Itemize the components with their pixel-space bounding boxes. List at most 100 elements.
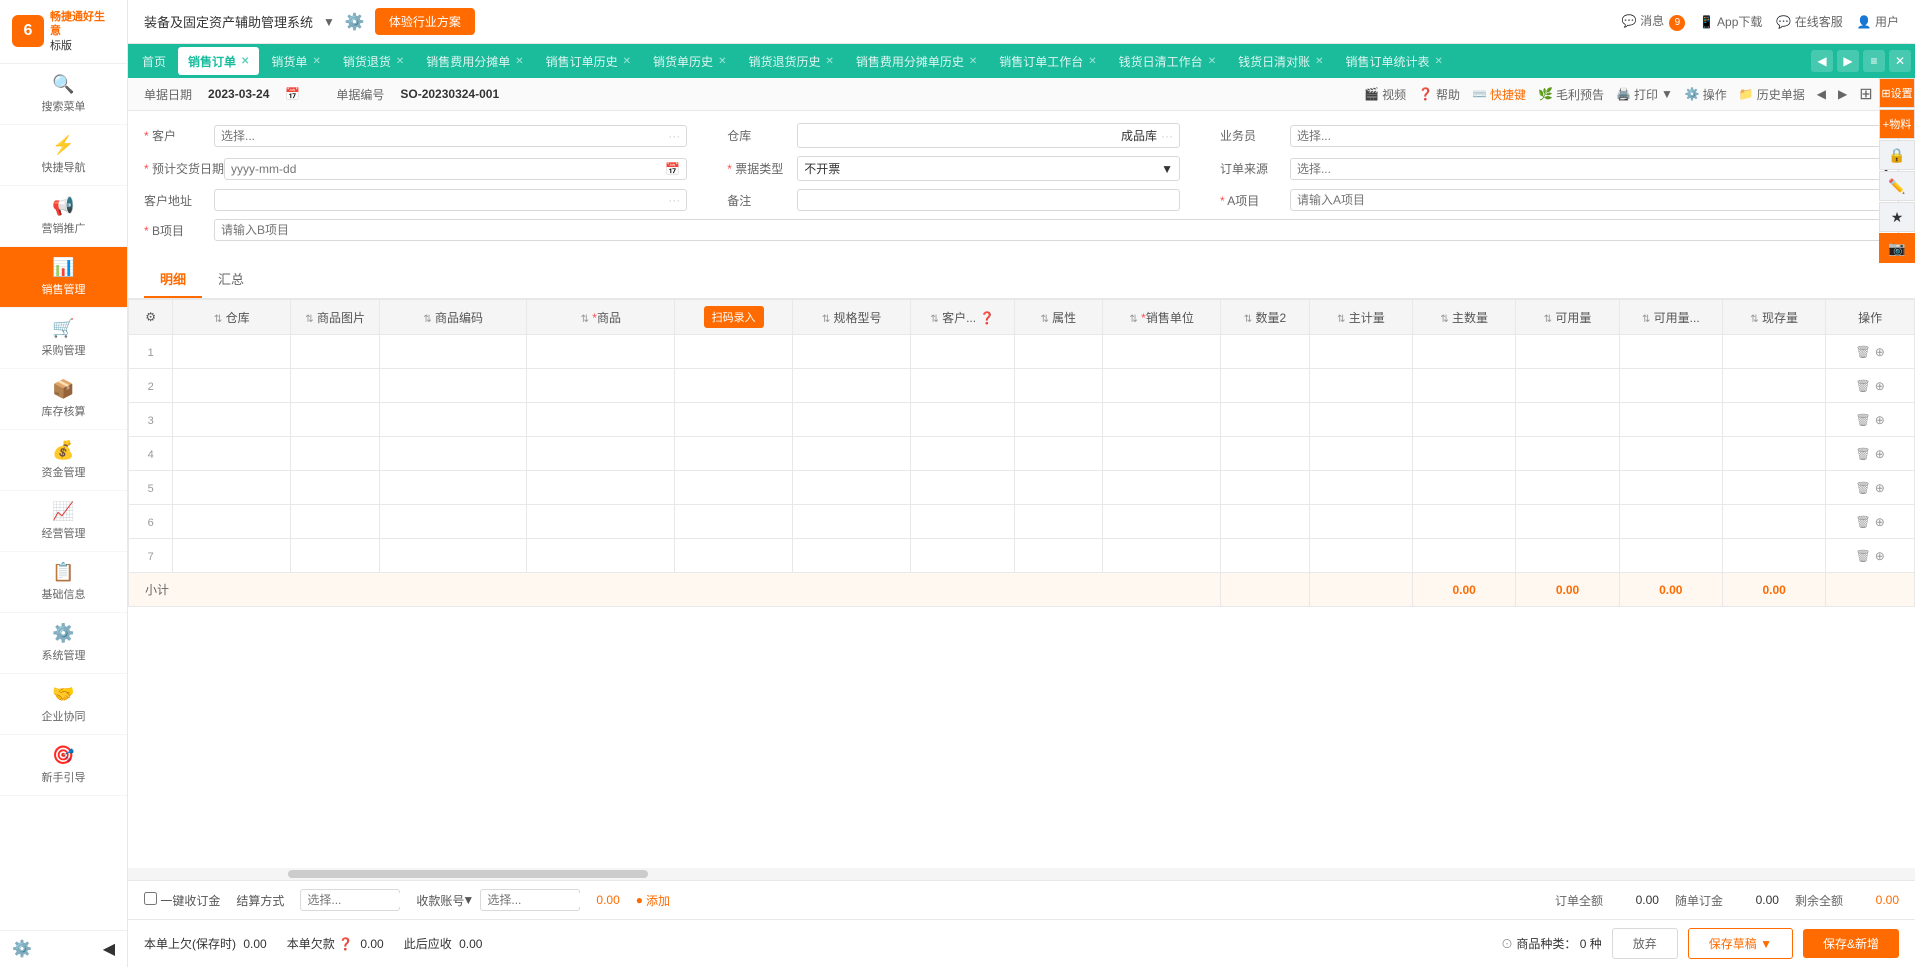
row-2-warehouse[interactable] <box>173 369 291 403</box>
row-1-sales-unit[interactable] <box>1103 335 1221 369</box>
row-6-image[interactable] <box>291 505 380 539</box>
sidebar-item-finance[interactable]: 💰 资金管理 <box>0 430 127 491</box>
message-btn[interactable]: 💬 消息 9 <box>1622 12 1686 31</box>
row-6-customer-code[interactable] <box>911 505 1014 539</box>
row-7-stock[interactable] <box>1722 539 1825 573</box>
right-panel-add-btn[interactable]: +物料 <box>1879 109 1915 139</box>
tab-sales-order-history[interactable]: 销售订单历史 ✕ <box>536 47 641 75</box>
save-draft-dropdown-icon[interactable]: ▼ <box>1760 937 1772 951</box>
row-3-spec[interactable] <box>793 403 911 437</box>
tab-close-sales-expense[interactable]: ✕ <box>515 56 523 67</box>
sidebar-item-basic-info[interactable]: 📋 基础信息 <box>0 552 127 613</box>
sidebar-item-search[interactable]: 🔍 搜索菜单 <box>0 64 127 125</box>
date-pick-icon[interactable]: 📅 <box>665 162 680 176</box>
row-7-avail2[interactable] <box>1619 539 1722 573</box>
row-5-delete-icon[interactable]: 🗑 <box>1855 481 1870 495</box>
th-warehouse[interactable]: ⇅ 仓库 <box>173 300 291 335</box>
tab-daily-clear-reconcile[interactable]: 钱货日清对账 ✕ <box>1228 47 1333 75</box>
th-image[interactable]: ⇅ 商品图片 <box>291 300 380 335</box>
row-1-delete-icon[interactable]: 🗑 <box>1855 345 1870 359</box>
row-2-copy-icon[interactable]: ⊕ <box>1875 379 1885 393</box>
tab-close-sales-summary[interactable]: ✕ <box>1435 56 1443 67</box>
row-7-attr[interactable] <box>1014 539 1103 573</box>
th-qty2[interactable]: ⇅ 数量2 <box>1221 300 1310 335</box>
tab-sales-order[interactable]: 销售订单 ✕ <box>178 47 259 75</box>
row-4-avail[interactable] <box>1516 437 1619 471</box>
row-3-main-unit[interactable] <box>1309 403 1412 437</box>
view-btn[interactable]: 🎬 视频 <box>1364 86 1406 103</box>
tab-close-sales-workbench[interactable]: ✕ <box>1088 56 1096 67</box>
collapse-icon[interactable]: ◀ <box>103 939 115 959</box>
topbar-settings-icon[interactable]: ⚙️ <box>345 12 365 32</box>
row-4-main-unit[interactable] <box>1309 437 1412 471</box>
save-new-button[interactable]: 保存&新增 <box>1803 929 1899 958</box>
row-2-attr[interactable] <box>1014 369 1103 403</box>
discard-button[interactable]: 放弃 <box>1612 928 1678 959</box>
row-3-main-qty[interactable] <box>1413 403 1516 437</box>
row-1-stock[interactable] <box>1722 335 1825 369</box>
row-4-customer-code[interactable] <box>911 437 1014 471</box>
row-7-warehouse[interactable] <box>173 539 291 573</box>
th-avail2[interactable]: ⇅ 可用量... <box>1619 300 1722 335</box>
print-dropdown-icon[interactable]: ▼ <box>1661 87 1673 101</box>
row-6-copy-icon[interactable]: ⊕ <box>1875 515 1885 529</box>
b-project-input-wrap[interactable] <box>214 219 1899 241</box>
th-attr[interactable]: ⇅ 属性 <box>1014 300 1103 335</box>
row-5-main-unit[interactable] <box>1309 471 1412 505</box>
row-5-warehouse[interactable] <box>173 471 291 505</box>
row-1-attr[interactable] <box>1014 335 1103 369</box>
tab-close-sales-invoice-history[interactable]: ✕ <box>718 56 726 67</box>
row-3-delete-icon[interactable]: 🗑 <box>1855 413 1870 427</box>
row-6-avail2[interactable] <box>1619 505 1722 539</box>
address-input-wrap[interactable]: ··· <box>214 189 687 211</box>
customer-expand-icon[interactable]: ··· <box>668 129 680 143</box>
salesperson-input[interactable] <box>1297 129 1892 143</box>
row-6-sales-unit[interactable] <box>1103 505 1221 539</box>
tab-close-sales-order-history[interactable]: ✕ <box>623 56 631 67</box>
sidebar-item-guide[interactable]: 🎯 新手引导 <box>0 735 127 796</box>
tab-close-sales-order[interactable]: ✕ <box>241 56 249 67</box>
row-3-copy-icon[interactable]: ⊕ <box>1875 413 1885 427</box>
tab-sales-invoice[interactable]: 销货单 ✕ <box>261 47 330 75</box>
row-5-main-qty[interactable] <box>1413 471 1516 505</box>
row-7-code[interactable] <box>379 539 527 573</box>
remark-input[interactable] <box>804 193 1173 207</box>
one-click-checkbox[interactable] <box>144 892 157 905</box>
row-6-avail[interactable] <box>1516 505 1619 539</box>
tab-menu-btn[interactable]: ≡ <box>1863 50 1885 72</box>
row-1-product[interactable] <box>527 335 675 369</box>
right-panel-lock-btn[interactable]: 🔒 <box>1879 140 1915 170</box>
row-6-spec[interactable] <box>793 505 911 539</box>
row-1-copy-icon[interactable]: ⊕ <box>1875 345 1885 359</box>
topbar-dropdown-icon[interactable]: ▼ <box>323 15 335 29</box>
row-6-delete-icon[interactable]: 🗑 <box>1855 515 1870 529</box>
row-5-sales-unit[interactable] <box>1103 471 1221 505</box>
history-btn[interactable]: 📁 历史单据 <box>1739 86 1805 103</box>
tab-prev-btn[interactable]: ◀ <box>1811 50 1833 72</box>
row-2-product[interactable] <box>527 369 675 403</box>
row-2-sales-unit[interactable] <box>1103 369 1221 403</box>
customer-input[interactable] <box>221 129 664 143</box>
user-avatar[interactable]: 👤 用户 <box>1857 13 1899 30</box>
expected-date-input-wrap[interactable]: 📅 <box>224 158 687 180</box>
warehouse-input[interactable] <box>804 129 1121 143</box>
tab-daily-clear-workbench[interactable]: 钱货日清工作台 ✕ <box>1109 47 1226 75</box>
row-3-image[interactable] <box>291 403 380 437</box>
right-panel-edit-btn[interactable]: ✏️ <box>1879 171 1915 201</box>
right-panel-photo-btn[interactable]: 📷 <box>1879 233 1915 263</box>
row-3-customer-code[interactable] <box>911 403 1014 437</box>
row-5-customer-code[interactable] <box>911 471 1014 505</box>
row-4-stock[interactable] <box>1722 437 1825 471</box>
th-customer-code[interactable]: ⇅ 客户... ❓ <box>911 300 1014 335</box>
row-4-spec[interactable] <box>793 437 911 471</box>
row-5-image[interactable] <box>291 471 380 505</box>
row-4-warehouse[interactable] <box>173 437 291 471</box>
row-4-copy-icon[interactable]: ⊕ <box>1875 447 1885 461</box>
sidebar-item-operations[interactable]: 📈 经营管理 <box>0 491 127 552</box>
row-4-qty2[interactable] <box>1221 437 1310 471</box>
th-code[interactable]: ⇅ 商品编码 <box>379 300 527 335</box>
row-3-avail[interactable] <box>1516 403 1619 437</box>
row-2-qty2[interactable] <box>1221 369 1310 403</box>
row-6-qty2[interactable] <box>1221 505 1310 539</box>
sidebar-item-enterprise[interactable]: 🤝 企业协同 <box>0 674 127 735</box>
